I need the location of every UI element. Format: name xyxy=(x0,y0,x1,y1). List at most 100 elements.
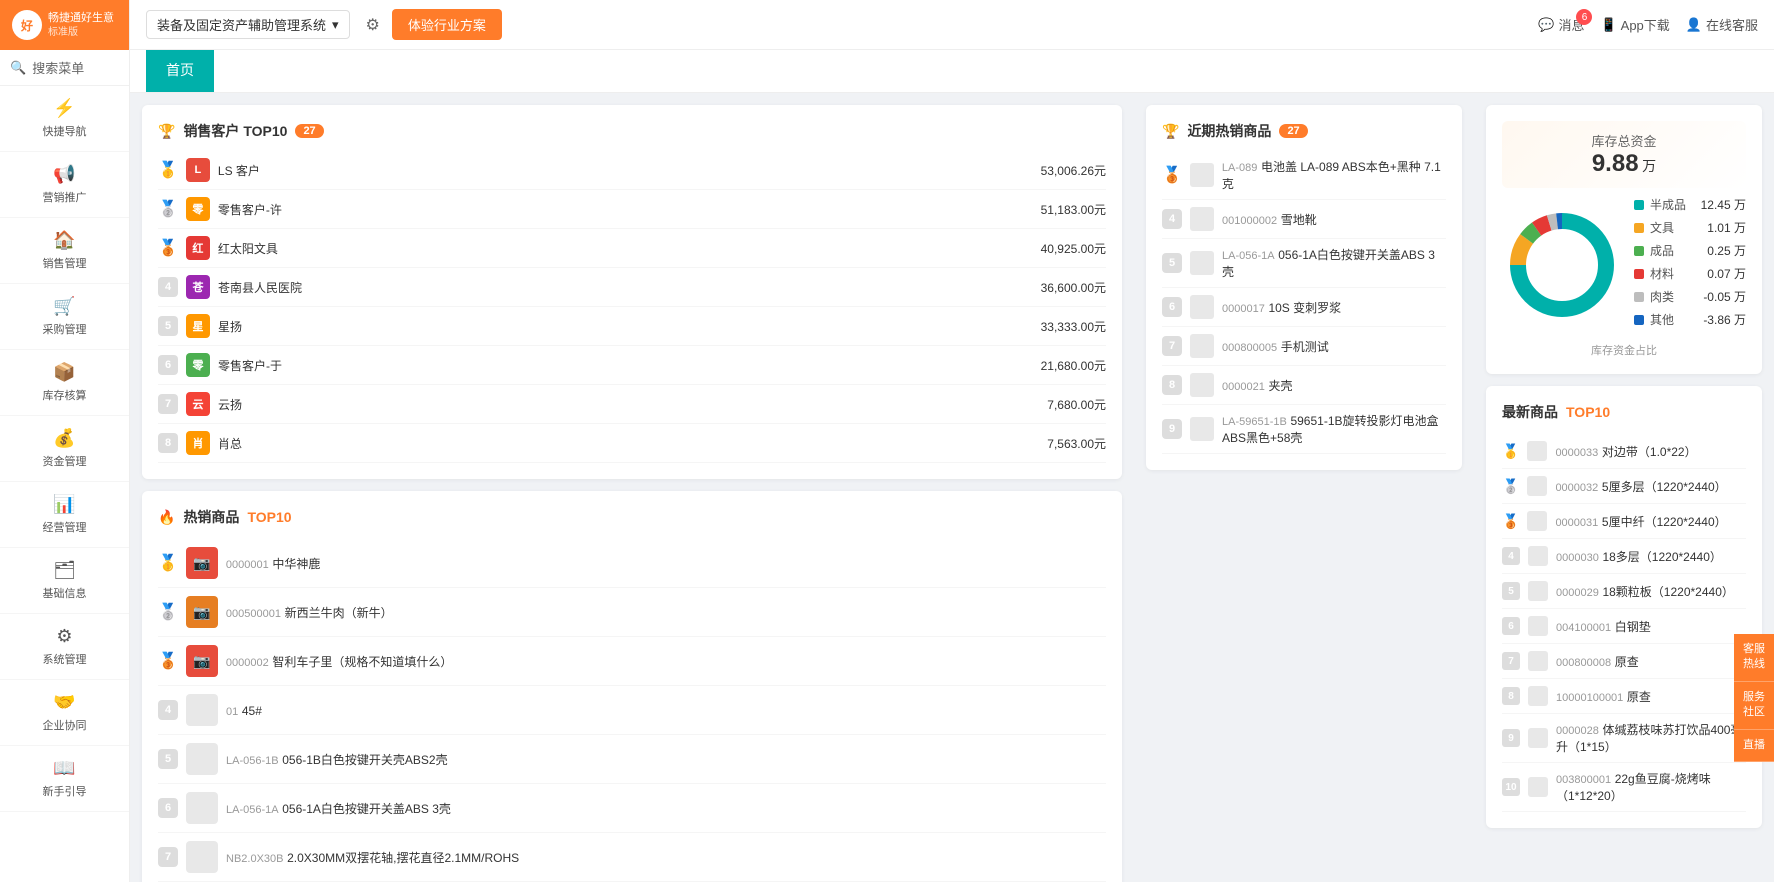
chevron-down-icon: ▾ xyxy=(332,17,339,33)
app-download-btn[interactable]: 📱 App下载 xyxy=(1600,15,1669,34)
avatar: 零 xyxy=(186,353,210,377)
product-code: 000800008 xyxy=(1556,657,1611,669)
rank-number: 6 xyxy=(158,355,178,375)
product-icon xyxy=(1528,777,1548,797)
product-info: NB2.0X30B 2.0X30MM双摆花轴,摆花直径2.1MM/ROHS xyxy=(226,849,1106,866)
purchase-icon: 🛒 xyxy=(53,296,75,317)
product-code: 01 xyxy=(226,706,238,718)
trial-button[interactable]: 体验行业方案 xyxy=(392,9,502,40)
quicknav-icon: ⚡ xyxy=(53,98,75,119)
product-info: 0000032 5厘多层（1220*2440） xyxy=(1555,478,1746,495)
legend-category: 其他 xyxy=(1650,311,1697,328)
product-info: 000800008 原查 xyxy=(1556,653,1746,670)
finance-icon: 💰 xyxy=(53,428,75,449)
sidebar-item-sales[interactable]: 🏠 销售管理 xyxy=(0,218,129,284)
product-thumbnail xyxy=(186,792,218,824)
product-info: 0000028 体缄荔枝味苏打饮品400毫升（1*15） xyxy=(1556,721,1746,755)
marketing-label: 营销推广 xyxy=(43,189,87,205)
rank-number: 7 xyxy=(158,847,178,867)
customers-badge: 27 xyxy=(295,124,323,138)
customer-name: 星扬 xyxy=(218,318,1033,335)
customer-name: LS 客户 xyxy=(218,162,1033,179)
product-info: 000500001 新西兰牛肉（新牛） xyxy=(226,604,1106,621)
content-left: 🏆 销售客户 TOP10 27 🥇 L LS 客户 53,006.26元 🥈 零… xyxy=(130,93,1134,882)
rank-number: 9 xyxy=(1162,419,1182,439)
legend-category: 肉类 xyxy=(1650,288,1697,305)
avatar: 星 xyxy=(186,314,210,338)
product-code: 0000017 xyxy=(1222,303,1265,315)
operations-icon: 📊 xyxy=(53,494,75,515)
list-item: 6 004100001 白钢垫 xyxy=(1502,609,1746,644)
customer-amount: 36,600.00元 xyxy=(1041,279,1106,296)
rank-number: 8 xyxy=(158,433,178,453)
float-btn-service[interactable]: 客服热线 xyxy=(1734,634,1774,682)
legend-value: -3.86 万 xyxy=(1703,311,1746,328)
latest-products-list: 🥇 0000033 对边带（1.0*22） 🥈 0000032 5厘多层（122… xyxy=(1502,434,1746,812)
list-item: 4 001000002 雪地靴 xyxy=(1162,200,1446,239)
online-service-btn[interactable]: 👤 在线客服 xyxy=(1686,15,1758,34)
latest-products-title: 最新商品 TOP10 xyxy=(1502,402,1746,422)
sidebar-item-quicknav[interactable]: ⚡ 快捷导航 xyxy=(0,86,129,152)
content: 🏆 销售客户 TOP10 27 🥇 L LS 客户 53,006.26元 🥈 零… xyxy=(130,93,1774,882)
product-code: 004100001 xyxy=(1556,622,1611,634)
page-tabs: 首页 xyxy=(130,50,1774,93)
customer-name: 肖总 xyxy=(218,435,1039,452)
product-info: 01 45# xyxy=(226,703,1106,718)
product-name: 雪地靴 xyxy=(1281,213,1317,227)
sidebar-item-collab[interactable]: 🤝 企业协同 xyxy=(0,680,129,746)
sidebar-item-operations[interactable]: 📊 经营管理 xyxy=(0,482,129,548)
list-item: 6 0000017 10S 变刺罗浆 xyxy=(1162,288,1446,327)
sidebar-item-purchase[interactable]: 🛒 采购管理 xyxy=(0,284,129,350)
medal-icon: 🥉 xyxy=(1502,513,1519,530)
sidebar-item-inventory[interactable]: 📦 库存核算 xyxy=(0,350,129,416)
settings-icon[interactable]: ⚙ xyxy=(366,15,380,35)
product-icon xyxy=(1528,546,1548,566)
rank-number: 6 xyxy=(1162,297,1182,317)
sidebar-nav: ⚡ 快捷导航 📢 营销推广 🏠 销售管理 🛒 采购管理 📦 库存核算 💰 资金管… xyxy=(0,86,129,882)
product-code: LA-089 xyxy=(1222,162,1257,174)
list-item: 5 LA-056-1B 056-1B白色按键开关壳ABS2壳 xyxy=(158,735,1106,784)
product-code: 0000002 xyxy=(226,657,269,669)
sidebar-item-basicinfo[interactable]: 🗂 基础信息 xyxy=(0,548,129,614)
system-label: 系统管理 xyxy=(43,651,87,667)
inventory-icon: 📦 xyxy=(53,362,75,383)
float-btn-community[interactable]: 服务社区 xyxy=(1734,682,1774,730)
rank-number: 8 xyxy=(1162,375,1182,395)
hot-top10-label: TOP10 xyxy=(247,509,291,525)
legend-value: 1.01 万 xyxy=(1707,219,1746,236)
tab-home[interactable]: 首页 xyxy=(146,50,214,92)
product-icon xyxy=(1190,417,1214,441)
product-name: 5厘多层（1220*2440） xyxy=(1602,480,1727,494)
float-btn-live[interactable]: 直播 xyxy=(1734,730,1774,762)
product-info: LA-59651-1B 59651-1B旋转投影灯电池盒ABS黑色+58壳 xyxy=(1222,412,1446,446)
legend-item: 材料 0.07 万 xyxy=(1634,265,1746,282)
legend-category: 文具 xyxy=(1650,219,1701,236)
product-info: 0000001 中华神鹿 xyxy=(226,555,1106,572)
product-name: 夹壳 xyxy=(1268,379,1292,393)
sidebar-search[interactable]: 🔍 搜索菜单 xyxy=(0,50,129,86)
finance-label: 资金管理 xyxy=(43,453,87,469)
sidebar-logo: 好 畅捷通好生意 标准版 xyxy=(0,0,129,50)
system-icon: ⚙ xyxy=(56,626,72,647)
legend-item: 文具 1.01 万 xyxy=(1634,219,1746,236)
trophy2-icon: 🏆 xyxy=(1162,123,1179,140)
rank-number: 7 xyxy=(1502,652,1520,670)
system-name: 装备及固定资产辅助管理系统 xyxy=(157,15,326,34)
product-info: 0000033 对边带（1.0*22） xyxy=(1555,443,1746,460)
inventory-card: 库存总资金 9.88 万 xyxy=(1486,105,1762,374)
sidebar-item-guide[interactable]: 📖 新手引导 xyxy=(0,746,129,812)
list-item: 4 0000030 18多层（1220*2440） xyxy=(1502,539,1746,574)
product-code: 0000030 xyxy=(1556,552,1599,564)
sidebar-item-finance[interactable]: 💰 资金管理 xyxy=(0,416,129,482)
rank-number: 8 xyxy=(1502,687,1520,705)
system-selector[interactable]: 装备及固定资产辅助管理系统 ▾ xyxy=(146,10,350,39)
sidebar-item-system[interactable]: ⚙ 系统管理 xyxy=(0,614,129,680)
message-icon: 💬 xyxy=(1538,17,1554,33)
message-btn[interactable]: 💬 消息 6 xyxy=(1538,15,1584,34)
list-item: 🥈 0000032 5厘多层（1220*2440） xyxy=(1502,469,1746,504)
medal-icon: 🥈 xyxy=(158,602,178,622)
sidebar-item-marketing[interactable]: 📢 营销推广 xyxy=(0,152,129,218)
product-code: 000500001 xyxy=(226,608,281,620)
collab-label: 企业协同 xyxy=(43,717,87,733)
recent-hot-list: 🥉 LA-089 电池盖 LA-089 ABS本色+黑种 7.1克 4 0010… xyxy=(1162,151,1446,454)
